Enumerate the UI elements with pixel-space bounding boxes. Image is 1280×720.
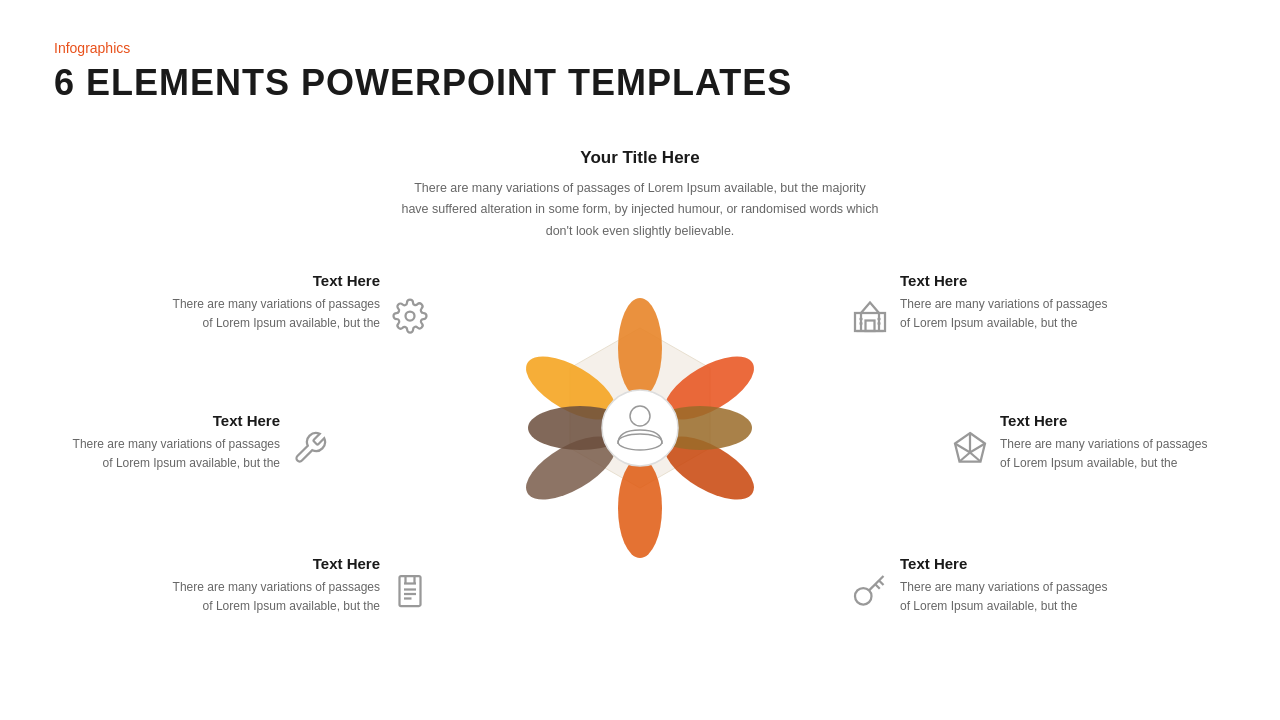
center-title: Your Title Here xyxy=(400,148,880,168)
block-bot-right-title: Text Here xyxy=(900,555,1120,572)
building-icon xyxy=(852,298,888,334)
key-icon xyxy=(852,573,888,609)
notepad-icon xyxy=(392,573,428,609)
block-bot-left-title: Text Here xyxy=(160,555,380,572)
block-mid-right-desc: There are many variations of passages of… xyxy=(1000,435,1220,473)
block-mid-left-desc: There are many variations of passages of… xyxy=(60,435,280,473)
svg-rect-17 xyxy=(866,321,875,332)
block-mid-left: Text Here There are many variations of p… xyxy=(60,412,280,473)
diamond-icon xyxy=(952,430,988,466)
diagram-container xyxy=(480,268,800,588)
svg-rect-26 xyxy=(400,576,421,606)
block-top-right: Text Here There are many variations of p… xyxy=(900,272,1120,333)
block-bot-right-desc: There are many variations of passages of… xyxy=(900,578,1120,616)
key-icon-wrap xyxy=(852,573,888,613)
block-mid-left-title: Text Here xyxy=(60,412,280,429)
block-top-left-title: Text Here xyxy=(160,272,380,289)
block-bot-right: Text Here There are many variations of p… xyxy=(900,555,1120,616)
block-top-right-title: Text Here xyxy=(900,272,1120,289)
gear-icon-wrap xyxy=(392,298,428,338)
block-top-left-desc: There are many variations of passages of… xyxy=(160,295,380,333)
diamond-icon-wrap xyxy=(952,430,988,470)
block-bot-left: Text Here There are many variations of p… xyxy=(160,555,380,616)
center-description: There are many variations of passages of… xyxy=(400,178,880,242)
block-mid-right-title: Text Here xyxy=(1000,412,1220,429)
svg-line-24 xyxy=(960,453,971,462)
svg-line-25 xyxy=(970,453,981,462)
building-icon-wrap xyxy=(852,298,888,338)
block-mid-right: Text Here There are many variations of p… xyxy=(1000,412,1220,473)
notepad-icon-wrap xyxy=(392,573,428,613)
svg-point-12 xyxy=(406,312,415,321)
wrench-icon xyxy=(292,430,328,466)
svg-point-5 xyxy=(618,458,662,558)
svg-point-33 xyxy=(855,588,872,605)
diagram-svg xyxy=(480,268,800,588)
svg-point-9 xyxy=(602,390,678,466)
wrench-icon-wrap xyxy=(292,430,328,470)
svg-point-2 xyxy=(618,298,662,398)
block-top-left: Text Here There are many variations of p… xyxy=(160,272,380,333)
block-bot-left-desc: There are many variations of passages of… xyxy=(160,578,380,616)
main-title: 6 ELEMENTS POWERPOINT TEMPLATES xyxy=(54,62,792,104)
infographics-label: Infographics xyxy=(54,40,792,56)
header: Infographics 6 ELEMENTS POWERPOINT TEMPL… xyxy=(54,40,792,104)
gear-icon xyxy=(392,298,428,334)
block-top-right-desc: There are many variations of passages of… xyxy=(900,295,1120,333)
svg-rect-14 xyxy=(855,313,885,331)
center-text-block: Your Title Here There are many variation… xyxy=(400,148,880,242)
